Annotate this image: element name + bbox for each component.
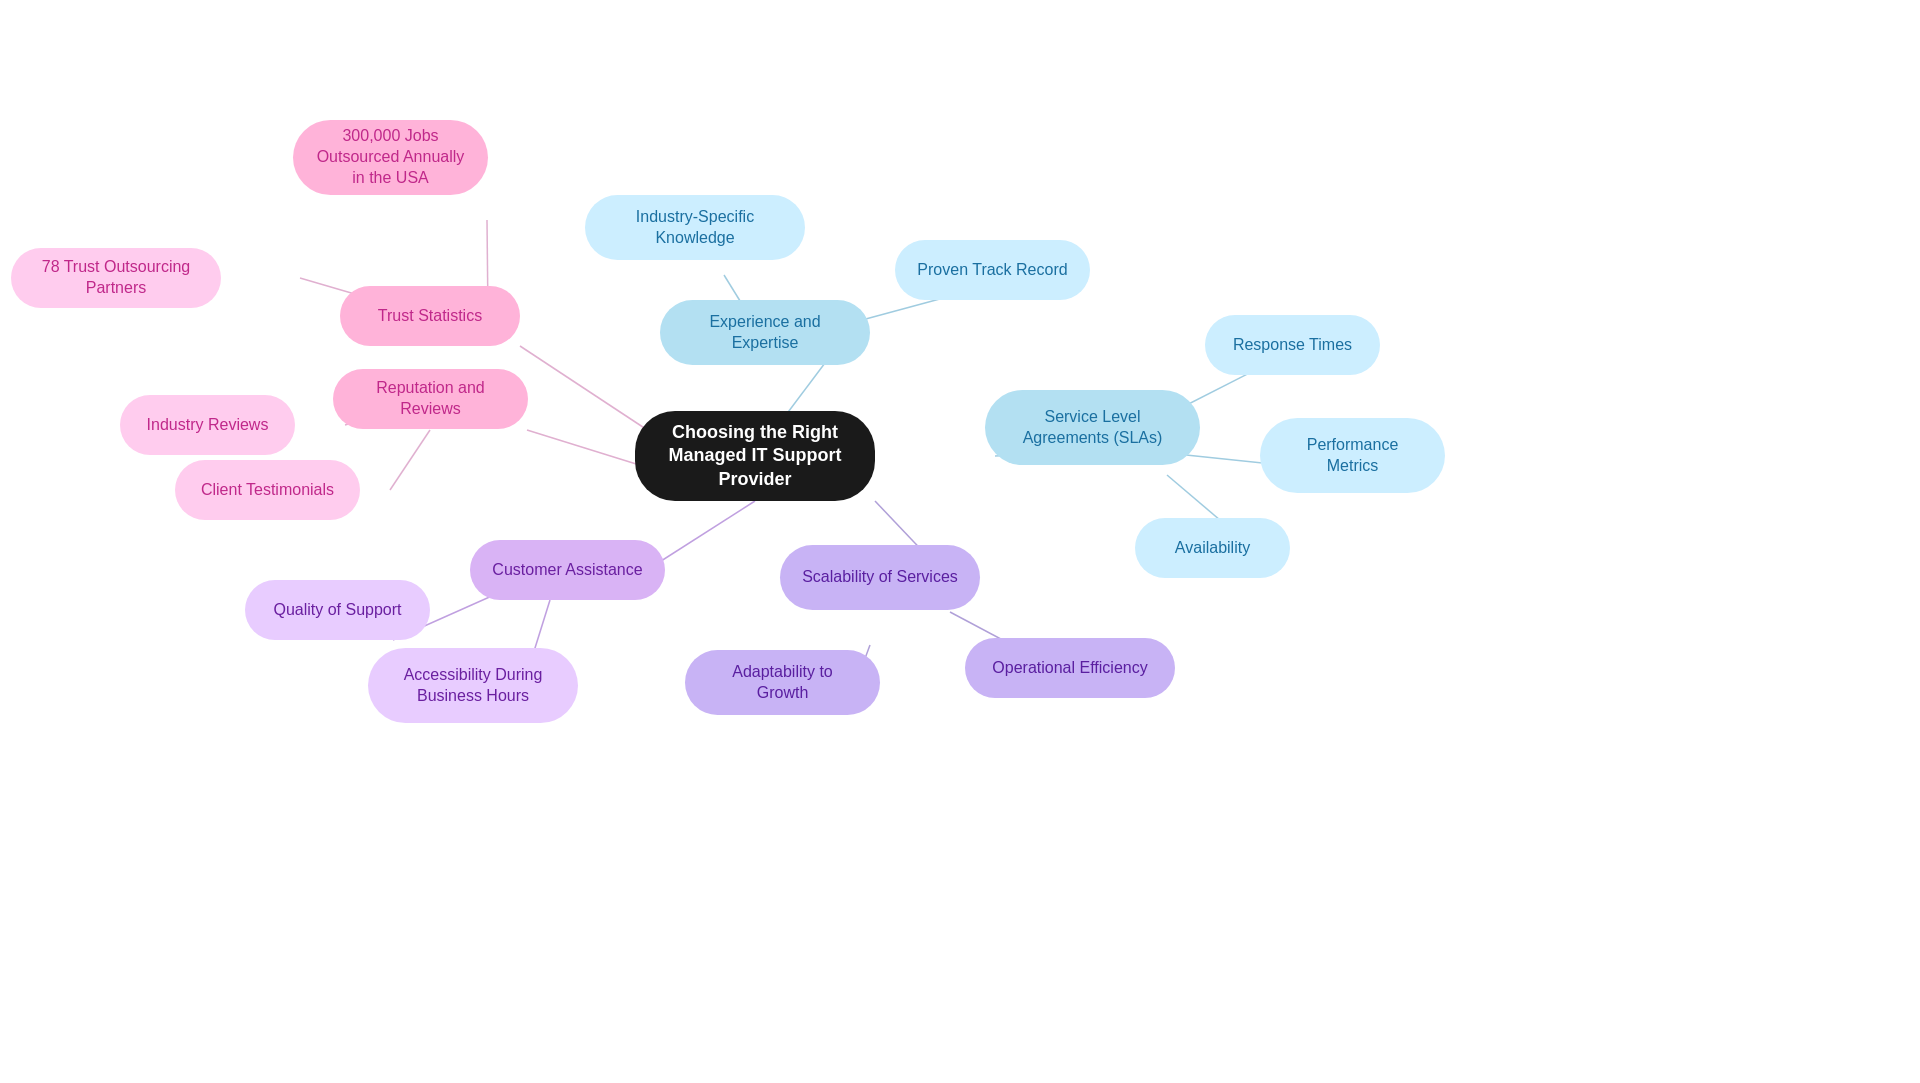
reputation-reviews-node: Reputation and Reviews [333,369,528,429]
quality-support-node: Quality of Support [245,580,430,640]
availability-node: Availability [1135,518,1290,578]
proven-track-node: Proven Track Record [895,240,1090,300]
svg-line-9 [390,430,430,490]
scalability-node: Scalability of Services [780,545,980,610]
center-node: Choosing the Right Managed IT Support Pr… [635,411,875,501]
experience-expertise-node: Experience and Expertise [660,300,870,365]
operational-efficiency-node: Operational Efficiency [965,638,1175,698]
accessibility-node: Accessibility During Business Hours [368,648,578,723]
outsourced-jobs-node: 300,000 Jobs Outsourced Annually in the … [293,120,488,195]
performance-metrics-node: Performance Metrics [1260,418,1445,493]
industry-knowledge-node: Industry-Specific Knowledge [585,195,805,260]
adaptability-node: Adaptability to Growth [685,650,880,715]
client-testimonials-node: Client Testimonials [175,460,360,520]
industry-reviews-node: Industry Reviews [120,395,295,455]
response-times-node: Response Times [1205,315,1380,375]
trust-partners-node: 78 Trust Outsourcing Partners [11,248,221,308]
customer-assistance-node: Customer Assistance [470,540,665,600]
trust-statistics-node: Trust Statistics [340,286,520,346]
sla-node: Service Level Agreements (SLAs) [985,390,1200,465]
